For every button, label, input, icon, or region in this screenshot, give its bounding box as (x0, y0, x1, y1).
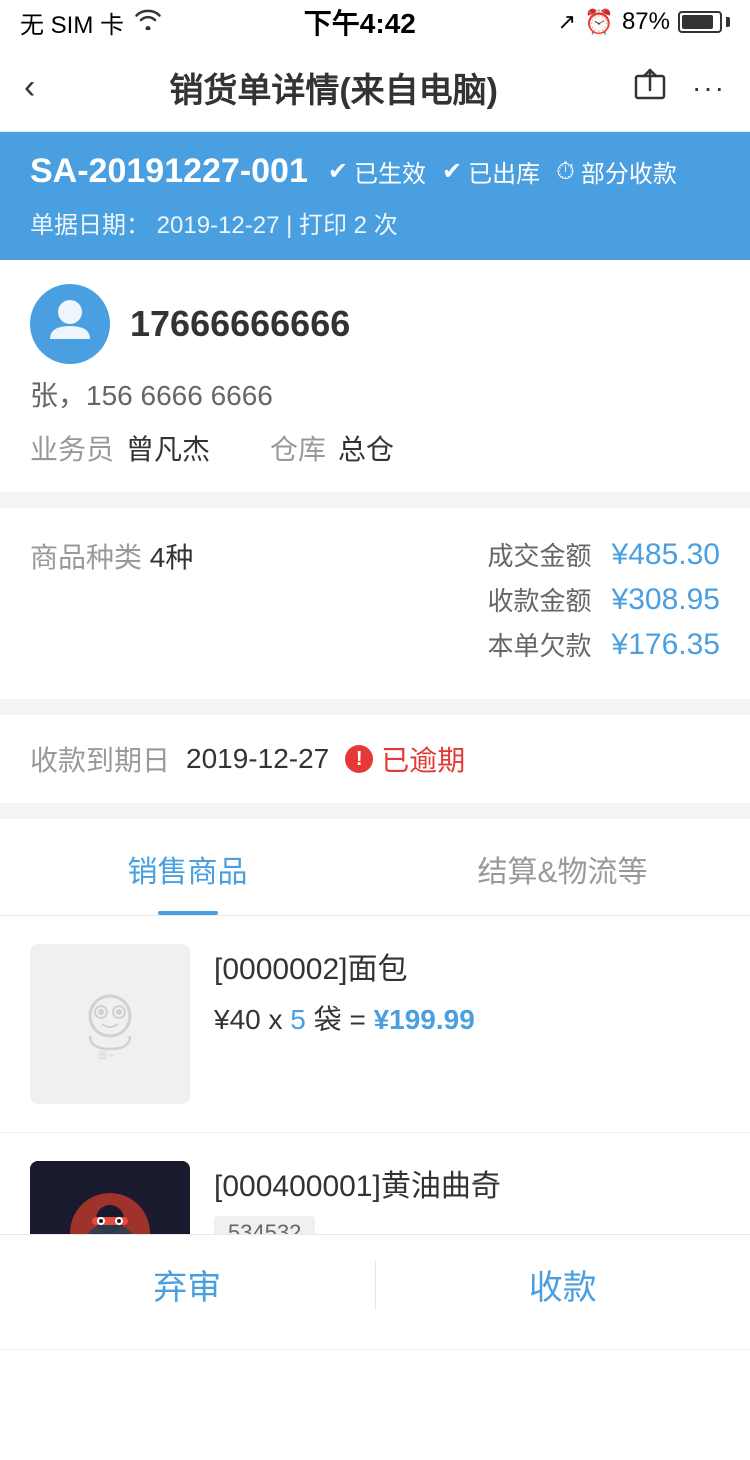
svg-text:兽+: 兽+ (98, 1049, 114, 1062)
received-value: ¥308.95 (612, 583, 720, 617)
tag-shipped: ✔ 已出库 (442, 154, 540, 189)
due-date-section: 收款到期日 2019-12-27 ! 已逾期 (0, 715, 750, 803)
tag-partial: ⏱ 部分收款 (556, 154, 677, 189)
tab-sales-products[interactable]: 销售商品 (0, 819, 375, 915)
debt-label: 本单欠款 (488, 626, 592, 663)
page-title: 销货单详情(来自电脑) (169, 63, 498, 112)
wifi-icon (134, 8, 162, 37)
product-image-bread: 兽+ (30, 944, 190, 1104)
customer-section: 17666666666 张，156 6666 6666 业务员 曾凡杰 仓库 总… (0, 260, 750, 492)
type-count: 4种 (150, 542, 194, 573)
sales-label: 业务员 (30, 428, 114, 468)
battery-percent: 87% (622, 8, 670, 36)
order-id: SA-20191227-001 (30, 152, 308, 191)
order-header-banner: SA-20191227-001 ✔ 已生效 ✔ 已出库 ⏱ 部分收款 单据日期：… (0, 132, 750, 260)
amount-value: ¥485.30 (612, 538, 720, 572)
tab-active-indicator (158, 911, 218, 915)
order-tags: ✔ 已生效 ✔ 已出库 ⏱ 部分收款 (328, 154, 677, 189)
amount-row: 成交金额 ¥485.30 (488, 536, 720, 573)
status-right: ↗ ⏰ 87% (558, 8, 730, 37)
due-label: 收款到期日 (30, 739, 170, 779)
warehouse-name: 总仓 (338, 428, 394, 468)
alarm-icon: ⏰ (584, 8, 614, 37)
check-icon-effective: ✔ (328, 157, 348, 186)
clock-icon: ⏱ (556, 158, 575, 186)
product-price-bread: ¥40 x 5 袋 = ¥199.99 (214, 998, 720, 1038)
battery-indicator (678, 11, 730, 33)
customer-row: 17666666666 (30, 284, 720, 364)
status-left: 无 SIM 卡 (20, 5, 162, 40)
bottom-action-bar: 弃审 收款 (0, 1234, 750, 1334)
avatar (30, 284, 110, 364)
overdue-badge: ! 已逾期 (345, 739, 465, 779)
tabs-section: 销售商品 结算&物流等 (0, 819, 750, 916)
customer-meta: 业务员 曾凡杰 仓库 总仓 (30, 428, 720, 468)
sales-info: 业务员 曾凡杰 (30, 428, 210, 468)
product-name-bread: [0000002]面包 (214, 944, 720, 988)
time-display: 下午4:42 (304, 2, 416, 42)
cancel-review-button[interactable]: 弃审 (0, 1240, 375, 1329)
avatar-icon (45, 294, 95, 355)
product-total-bread: ¥199.99 (374, 1004, 475, 1035)
tabs-row: 销售商品 结算&物流等 (0, 819, 750, 915)
stats-section: 商品种类 4种 成交金额 ¥485.30 收款金额 ¥308.95 本单欠款 ¥… (0, 508, 750, 699)
check-icon-shipped: ✔ (442, 157, 462, 186)
customer-name-phone: 张，156 6666 6666 (30, 374, 720, 414)
overdue-text: 已逾期 (381, 739, 465, 779)
debt-value: ¥176.35 (612, 628, 720, 662)
more-button[interactable]: ··· (692, 72, 726, 104)
product-item: 兽+ [0000002]面包 ¥40 x 5 袋 = ¥199.99 (0, 916, 750, 1133)
tag-effective: ✔ 已生效 (328, 154, 426, 189)
nav-bar: ‹ 销货单详情(来自电脑) ··· (0, 44, 750, 132)
warehouse-label: 仓库 (270, 428, 326, 468)
back-button[interactable]: ‹ (24, 68, 35, 107)
amount-info: 成交金额 ¥485.30 收款金额 ¥308.95 本单欠款 ¥176.35 (488, 536, 720, 671)
product-info-bread: [0000002]面包 ¥40 x 5 袋 = ¥199.99 (214, 944, 720, 1038)
type-label: 商品种类 (30, 542, 142, 573)
product-type-info: 商品种类 4种 (30, 536, 193, 576)
share-button[interactable] (632, 66, 668, 110)
sales-name: 曾凡杰 (126, 428, 210, 468)
product-qty-bread: 5 (290, 1004, 306, 1035)
nav-actions: ··· (632, 66, 726, 110)
product-name-cookie: [000400001]黄油曲奇 (214, 1161, 720, 1205)
amount-label: 成交金额 (488, 536, 592, 573)
due-date-value: 2019-12-27 (186, 743, 329, 775)
customer-id: 17666666666 (130, 303, 350, 345)
location-icon: ↗ (558, 9, 576, 35)
carrier-text: 无 SIM 卡 (20, 5, 124, 40)
tab-settlement[interactable]: 结算&物流等 (375, 819, 750, 915)
received-row: 收款金额 ¥308.95 (488, 581, 720, 618)
debt-row: 本单欠款 ¥176.35 (488, 626, 720, 663)
collect-payment-button[interactable]: 收款 (376, 1240, 750, 1329)
status-bar: 无 SIM 卡 下午4:42 ↗ ⏰ 87% (0, 0, 750, 44)
overdue-icon: ! (345, 745, 373, 773)
banner-date-row: 单据日期： 2019-12-27 | 打印 2 次 (30, 205, 720, 240)
received-label: 收款金额 (488, 581, 592, 618)
warehouse-info: 仓库 总仓 (270, 428, 394, 468)
banner-row1: SA-20191227-001 ✔ 已生效 ✔ 已出库 ⏱ 部分收款 (30, 152, 720, 191)
products-list: 兽+ [0000002]面包 ¥40 x 5 袋 = ¥199.99 (0, 916, 750, 1460)
